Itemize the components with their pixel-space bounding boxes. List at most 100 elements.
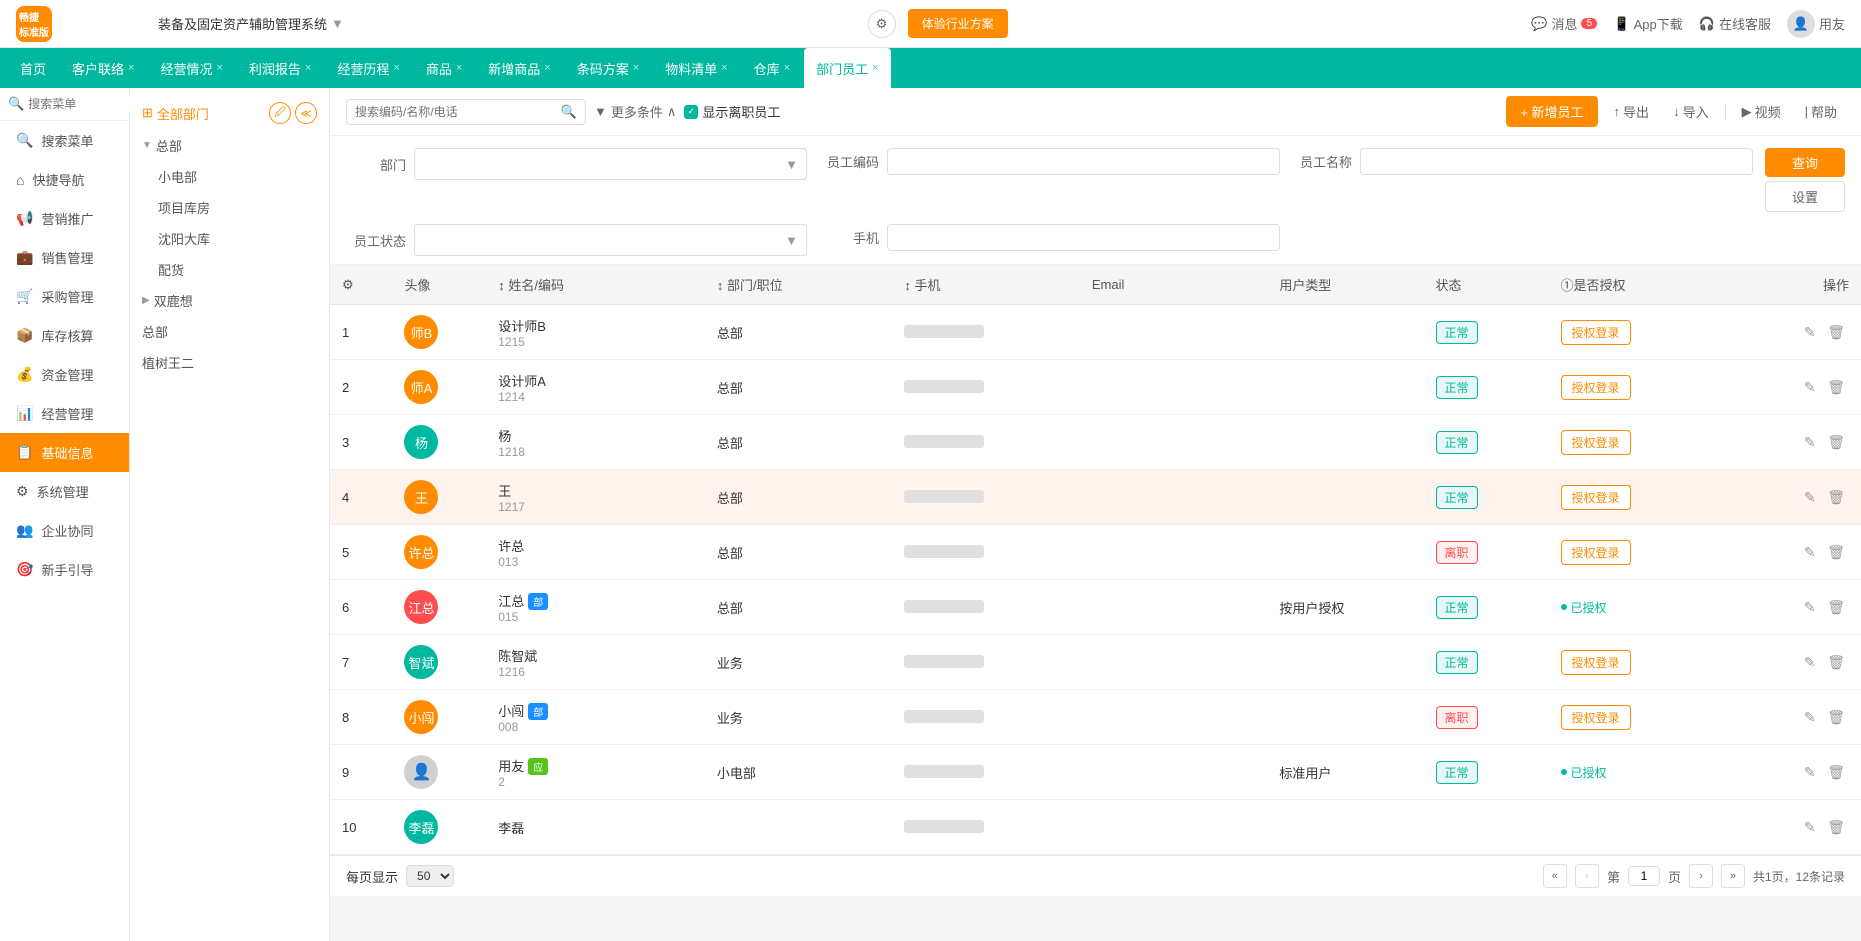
nav-tab-经营情况[interactable]: 经营情况× (148, 48, 234, 88)
page-size-select[interactable]: 50 (406, 865, 454, 887)
close-tab-icon[interactable]: × (456, 62, 462, 74)
export-button[interactable]: ↑ 导出 (1606, 98, 1658, 125)
edit-button[interactable]: ✎ (1800, 322, 1820, 342)
message-button[interactable]: 💬 消息 5 (1531, 14, 1597, 33)
sidebar-search[interactable]: 🔍 (0, 88, 129, 121)
sidebar-item-新手引导[interactable]: 🎯新手引导 (0, 550, 129, 589)
first-page-button[interactable]: « (1543, 864, 1567, 888)
col-settings[interactable]: ⚙ (330, 265, 392, 305)
dept-add-btn[interactable]: 🖉 (269, 102, 291, 124)
more-filter-button[interactable]: ▼ 更多条件 ∧ (594, 102, 676, 121)
dept-tree-item-项目库房[interactable]: 项目库房 (130, 192, 329, 223)
nav-tab-商品[interactable]: 商品× (414, 48, 474, 88)
page-input[interactable] (1628, 866, 1660, 886)
nav-tab-客户联络[interactable]: 客户联络× (60, 48, 146, 88)
next-page-button[interactable]: › (1689, 864, 1713, 888)
nav-tab-物料清单[interactable]: 物料清单× (653, 48, 739, 88)
delete-button[interactable]: 🗑 (1823, 542, 1849, 562)
dept-tree-item-总部[interactable]: 总部 (130, 316, 329, 347)
help-button[interactable]: | 帮助 (1797, 98, 1845, 125)
add-employee-button[interactable]: + 新增员工 (1506, 96, 1597, 127)
auth-button[interactable]: 授权登录 (1561, 375, 1631, 400)
import-button[interactable]: ↓ 导入 (1665, 98, 1717, 125)
edit-button[interactable]: ✎ (1800, 487, 1820, 507)
auth-button[interactable]: 授权登录 (1561, 485, 1631, 510)
video-button[interactable]: ▶ 视频 (1734, 98, 1789, 125)
dept-tree-item-小电部[interactable]: 小电部 (130, 161, 329, 192)
col-dept[interactable]: ↕ 部门/职位 (705, 265, 892, 305)
nav-tab-仓库[interactable]: 仓库× (742, 48, 802, 88)
show-former-checkbox[interactable]: ✓ 显示离职员工 (684, 102, 780, 121)
dept-tree-item-植树王二[interactable]: 植树王二 (130, 347, 329, 378)
dept-select[interactable]: ▼ (414, 148, 807, 180)
sidebar-item-资金管理[interactable]: 💰资金管理 (0, 355, 129, 394)
edit-button[interactable]: ✎ (1800, 377, 1820, 397)
nav-tab-条码方案[interactable]: 条码方案× (565, 48, 651, 88)
nav-tab-首页[interactable]: 首页 (8, 48, 58, 88)
edit-button[interactable]: ✎ (1800, 817, 1820, 837)
query-button[interactable]: 查询 (1765, 148, 1845, 177)
user-button[interactable]: 👤 用友 (1787, 10, 1845, 38)
delete-button[interactable]: 🗑 (1823, 707, 1849, 727)
trial-button[interactable]: 体验行业方案 (908, 9, 1008, 38)
sidebar-item-营销推广[interactable]: 📢营销推广 (0, 199, 129, 238)
delete-button[interactable]: 🗑 (1823, 322, 1849, 342)
delete-button[interactable]: 🗑 (1823, 597, 1849, 617)
edit-button[interactable]: ✎ (1800, 707, 1820, 727)
auth-button[interactable]: 授权登录 (1561, 430, 1631, 455)
search-input-main[interactable] (355, 105, 557, 119)
close-tab-icon[interactable]: × (128, 62, 134, 74)
edit-button[interactable]: ✎ (1800, 542, 1820, 562)
close-tab-icon[interactable]: × (544, 62, 550, 74)
sidebar-item-基础信息[interactable]: 📋基础信息 (0, 433, 129, 472)
nav-tab-部门员工[interactable]: 部门员工× (804, 48, 890, 88)
edit-button[interactable]: ✎ (1800, 432, 1820, 452)
edit-button[interactable]: ✎ (1800, 597, 1820, 617)
sidebar-item-采购管理[interactable]: 🛒采购管理 (0, 277, 129, 316)
close-tab-icon[interactable]: × (784, 62, 790, 74)
delete-button[interactable]: 🗑 (1823, 817, 1849, 837)
dept-tree-item-总部[interactable]: ▼总部 (130, 130, 329, 161)
set-button[interactable]: 设置 (1765, 181, 1845, 212)
dept-tree-item-双鹿想[interactable]: ▶双鹿想 (130, 285, 329, 316)
name-input[interactable] (1360, 148, 1753, 175)
delete-button[interactable]: 🗑 (1823, 762, 1849, 782)
dept-collapse-btn[interactable]: ≪ (295, 102, 317, 124)
auth-button[interactable]: 授权登录 (1561, 540, 1631, 565)
sidebar-item-销售管理[interactable]: 💼销售管理 (0, 238, 129, 277)
sidebar-item-系统管理[interactable]: ⚙系统管理 (0, 472, 129, 511)
nav-tab-利润报告[interactable]: 利润报告× (237, 48, 323, 88)
close-tab-icon[interactable]: × (721, 62, 727, 74)
edit-button[interactable]: ✎ (1800, 652, 1820, 672)
close-tab-icon[interactable]: × (872, 62, 878, 74)
sidebar-item-经营管理[interactable]: 📊经营管理 (0, 394, 129, 433)
close-tab-icon[interactable]: × (633, 62, 639, 74)
code-input[interactable] (887, 148, 1280, 175)
nav-tab-经营历程[interactable]: 经营历程× (325, 48, 411, 88)
sidebar-item-搜索菜单[interactable]: 🔍搜索菜单 (0, 121, 129, 160)
auth-button[interactable]: 授权登录 (1561, 705, 1631, 730)
sidebar-item-企业协同[interactable]: 👥企业协同 (0, 511, 129, 550)
delete-button[interactable]: 🗑 (1823, 487, 1849, 507)
edit-button[interactable]: ✎ (1800, 762, 1820, 782)
last-page-button[interactable]: » (1721, 864, 1745, 888)
search-box[interactable]: 🔍 (346, 99, 586, 125)
dept-tree-item-沈阳大库[interactable]: 沈阳大库 (130, 223, 329, 254)
sidebar-item-库存核算[interactable]: 📦库存核算 (0, 316, 129, 355)
close-tab-icon[interactable]: × (305, 62, 311, 74)
col-phone[interactable]: ↕ 手机 (892, 265, 1079, 305)
dept-tree-item-配货[interactable]: 配货 (130, 254, 329, 285)
col-name[interactable]: ↕ 姓名/编码 (486, 265, 705, 305)
delete-button[interactable]: 🗑 (1823, 432, 1849, 452)
nav-tab-新增商品[interactable]: 新增商品× (476, 48, 562, 88)
auth-button[interactable]: 授权登录 (1561, 650, 1631, 675)
gear-button[interactable]: ⚙ (868, 10, 896, 38)
sidebar-item-快捷导航[interactable]: ⌂快捷导航 (0, 160, 129, 199)
status-select[interactable]: ▼ (414, 224, 807, 256)
close-tab-icon[interactable]: × (393, 62, 399, 74)
phone-input[interactable] (887, 224, 1280, 251)
delete-button[interactable]: 🗑 (1823, 652, 1849, 672)
online-service-button[interactable]: 🎧 在线客服 (1699, 14, 1771, 33)
close-tab-icon[interactable]: × (216, 62, 222, 74)
delete-button[interactable]: 🗑 (1823, 377, 1849, 397)
